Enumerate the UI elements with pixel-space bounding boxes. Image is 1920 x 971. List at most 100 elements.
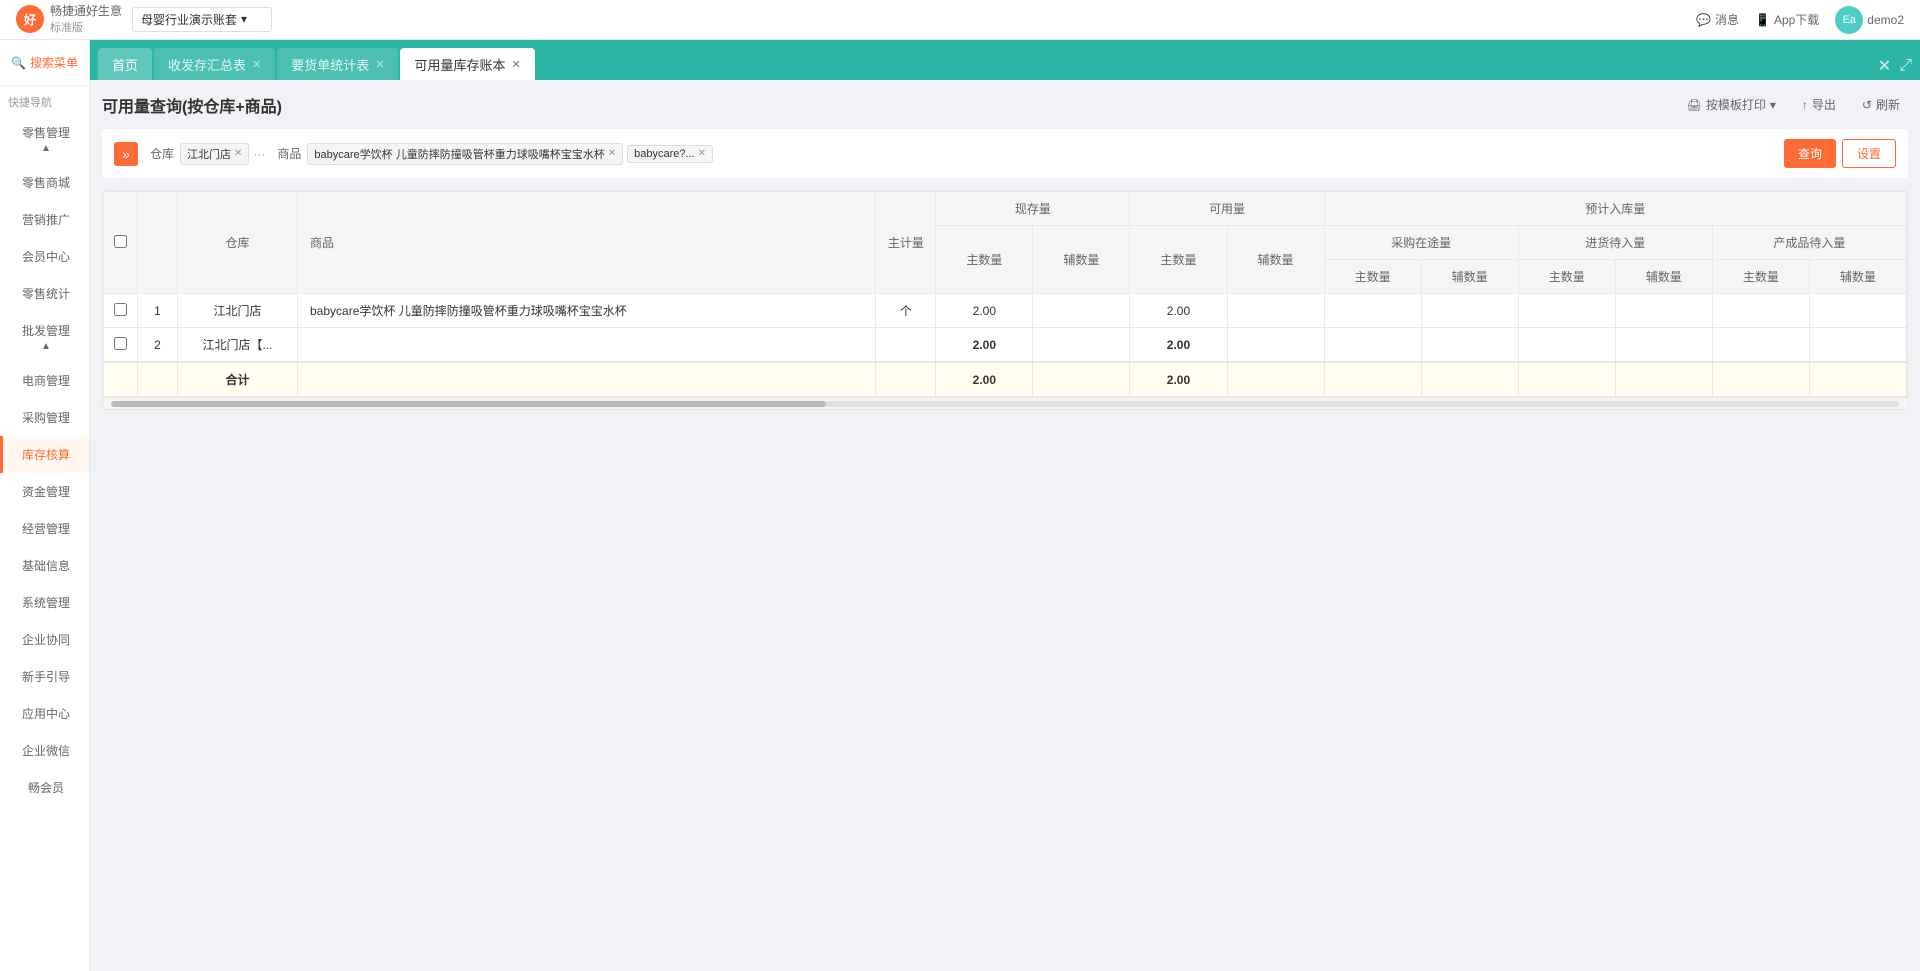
footer-unit — [876, 362, 936, 397]
tab-receive-summary-label: 收发存汇总表 — [168, 55, 246, 74]
tab-available-ledger[interactable]: 可用量库存账本 ✕ — [400, 48, 534, 80]
sidebar-item-basic-info[interactable]: 基础信息 — [0, 547, 89, 584]
sidebar-label-wholesale: 批发管理 — [22, 322, 70, 339]
tab-order-stat[interactable]: 要货单统计表 ✕ — [277, 48, 398, 80]
warehouse-more[interactable]: ··· — [253, 147, 265, 161]
row2-unit — [876, 328, 936, 363]
row2-pending-main — [1518, 328, 1615, 363]
sidebar-label-finance: 资金管理 — [22, 483, 70, 500]
sidebar-item-enterprise-wx[interactable]: 企业微信 — [0, 732, 89, 769]
sidebar-item-operations[interactable]: 经营管理 — [0, 510, 89, 547]
warehouse-tag-close[interactable]: ✕ — [234, 148, 242, 159]
top-bar: 好 畅捷通好生意 标准版 母婴行业演示账套 ▾ 💬 消息 📱 App下载 Ea … — [0, 0, 1920, 40]
refresh-btn[interactable]: ↺ 刷新 — [1854, 92, 1908, 117]
product-tag-2: babycare?... ✕ — [627, 145, 713, 163]
export-label: 导出 — [1812, 96, 1836, 113]
footer-pending-aux — [1615, 362, 1712, 397]
tab-bar: 首页 收发存汇总表 ✕ 要货单统计表 ✕ 可用量库存账本 ✕ ✕ ⤢ — [90, 40, 1920, 80]
row1-warehouse: 江北门店 — [178, 294, 298, 328]
print-btn[interactable]: 🖨 按模板打印 ▾ — [1679, 92, 1784, 117]
tab-close-all-btn[interactable]: ✕ — [1878, 56, 1891, 76]
footer-pending-main — [1518, 362, 1615, 397]
sidebar-item-retail-stat[interactable]: 零售统计 — [0, 275, 89, 312]
sidebar-label-app-center: 应用中心 — [22, 705, 70, 722]
top-bar-right: 💬 消息 📱 App下载 Ea demo2 — [1696, 6, 1904, 34]
sidebar-item-wholesale[interactable]: 批发管理 ▲ — [0, 312, 89, 362]
tab-receive-summary[interactable]: 收发存汇总表 ✕ — [154, 48, 275, 80]
content-area: 首页 收发存汇总表 ✕ 要货单统计表 ✕ 可用量库存账本 ✕ ✕ ⤢ — [90, 40, 1920, 971]
logo-text-block: 畅捷通好生意 标准版 — [50, 4, 122, 34]
chevron-icon-2: ▲ — [41, 341, 51, 352]
product-tag-1: babycare学饮杯 儿童防摔防撞吸管杯重力球吸嘴杯宝宝水杯 ✕ — [307, 143, 623, 165]
industry-select[interactable]: 母婴行业演示账套 ▾ — [132, 7, 272, 32]
sidebar-search-area: 🔍 搜索菜单 — [0, 40, 89, 86]
row2-purchase-main — [1324, 328, 1421, 363]
search-menu-label: 搜索菜单 — [30, 54, 78, 71]
sidebar-item-retail-mall[interactable]: 零售商城 — [0, 164, 89, 201]
th-purchase-transit: 采购在途量 — [1324, 226, 1518, 260]
avatar: Ea — [1835, 6, 1863, 34]
tab-available-ledger-close[interactable]: ✕ — [512, 58, 521, 71]
export-icon: ↑ — [1802, 98, 1808, 112]
table-footer-row: 合计 2.00 2.00 — [104, 362, 1907, 397]
th-purchase-main: 主数量 — [1324, 260, 1421, 294]
user-profile[interactable]: Ea demo2 — [1835, 6, 1904, 34]
product-filter-label: 商品 — [277, 145, 301, 162]
page-title: 可用量查询(按仓库+商品) — [102, 93, 282, 117]
horizontal-scrollbar[interactable] — [103, 397, 1907, 409]
sidebar-item-retail-mgmt[interactable]: 零售管理 ▲ — [0, 114, 89, 164]
message-icon: 💬 — [1696, 13, 1711, 27]
tab-receive-summary-close[interactable]: ✕ — [252, 58, 261, 71]
sidebar-label-retail-stat: 零售统计 — [22, 285, 70, 302]
row1-pending-main — [1518, 294, 1615, 328]
row2-product-main — [1712, 328, 1809, 363]
sidebar-item-new-guide[interactable]: 新手引导 — [0, 658, 89, 695]
th-pending-main: 主数量 — [1518, 260, 1615, 294]
sidebar-label-enterprise-wx: 企业微信 — [22, 742, 70, 759]
sidebar-label-retail-mgmt: 零售管理 — [22, 124, 70, 141]
warehouse-filter-label: 仓库 — [150, 145, 174, 162]
scrollbar-track — [111, 401, 1899, 407]
row2-no: 2 — [138, 328, 178, 363]
row2-current-aux — [1033, 328, 1130, 363]
scrollbar-thumb[interactable] — [111, 401, 826, 407]
export-btn[interactable]: ↑ 导出 — [1794, 92, 1844, 117]
select-all-checkbox[interactable] — [114, 235, 127, 248]
product-tag-2-close[interactable]: ✕ — [698, 148, 706, 159]
sidebar-item-vip[interactable]: 畅会员 — [0, 769, 89, 806]
app-download-btn[interactable]: 📱 App下载 — [1755, 11, 1819, 28]
tab-maximize-btn[interactable]: ⤢ — [1899, 57, 1912, 75]
th-current-main: 主数量 — [936, 226, 1033, 294]
row1-checkbox — [104, 294, 138, 328]
sidebar-item-finance[interactable]: 资金管理 — [0, 473, 89, 510]
sidebar-item-member[interactable]: 会员中心 — [0, 238, 89, 275]
tab-home[interactable]: 首页 — [98, 48, 152, 80]
page-header: 可用量查询(按仓库+商品) 🖨 按模板打印 ▾ ↑ 导出 ↺ 刷新 — [102, 92, 1908, 117]
tab-order-stat-close[interactable]: ✕ — [375, 58, 384, 71]
chevron-down-icon: ▾ — [241, 12, 247, 26]
tab-bar-actions: ✕ ⤢ — [1878, 56, 1912, 80]
sidebar-label-vip: 畅会员 — [28, 779, 64, 796]
message-btn[interactable]: 💬 消息 — [1696, 11, 1739, 28]
sidebar-item-marketing[interactable]: 营销推广 — [0, 201, 89, 238]
th-current-stock: 现存量 — [936, 192, 1130, 226]
sidebar-item-system[interactable]: 系统管理 — [0, 584, 89, 621]
sidebar-item-app-center[interactable]: 应用中心 — [0, 695, 89, 732]
sidebar-label-purchase: 采购管理 — [22, 409, 70, 426]
settings-button[interactable]: 设置 — [1842, 139, 1896, 168]
sidebar-item-enterprise[interactable]: 企业协同 — [0, 621, 89, 658]
product-tag-1-close[interactable]: ✕ — [608, 148, 616, 159]
quick-nav-label: 快捷导航 — [0, 86, 89, 114]
row2-purchase-aux — [1421, 328, 1518, 363]
refresh-label: 刷新 — [1876, 96, 1900, 113]
filter-expand-btn[interactable]: » — [114, 142, 138, 166]
sidebar-item-ecommerce[interactable]: 电商管理 — [0, 362, 89, 399]
query-button[interactable]: 查询 — [1784, 139, 1836, 168]
search-menu-btn[interactable]: 🔍 搜索菜单 — [8, 50, 81, 75]
th-checkbox — [104, 192, 138, 294]
th-pending-aux: 辅数量 — [1615, 260, 1712, 294]
row1-avail-aux — [1227, 294, 1324, 328]
row2-checkbox — [104, 328, 138, 363]
sidebar-item-purchase[interactable]: 采购管理 — [0, 399, 89, 436]
sidebar-item-inventory[interactable]: 库存核算 — [0, 436, 89, 473]
